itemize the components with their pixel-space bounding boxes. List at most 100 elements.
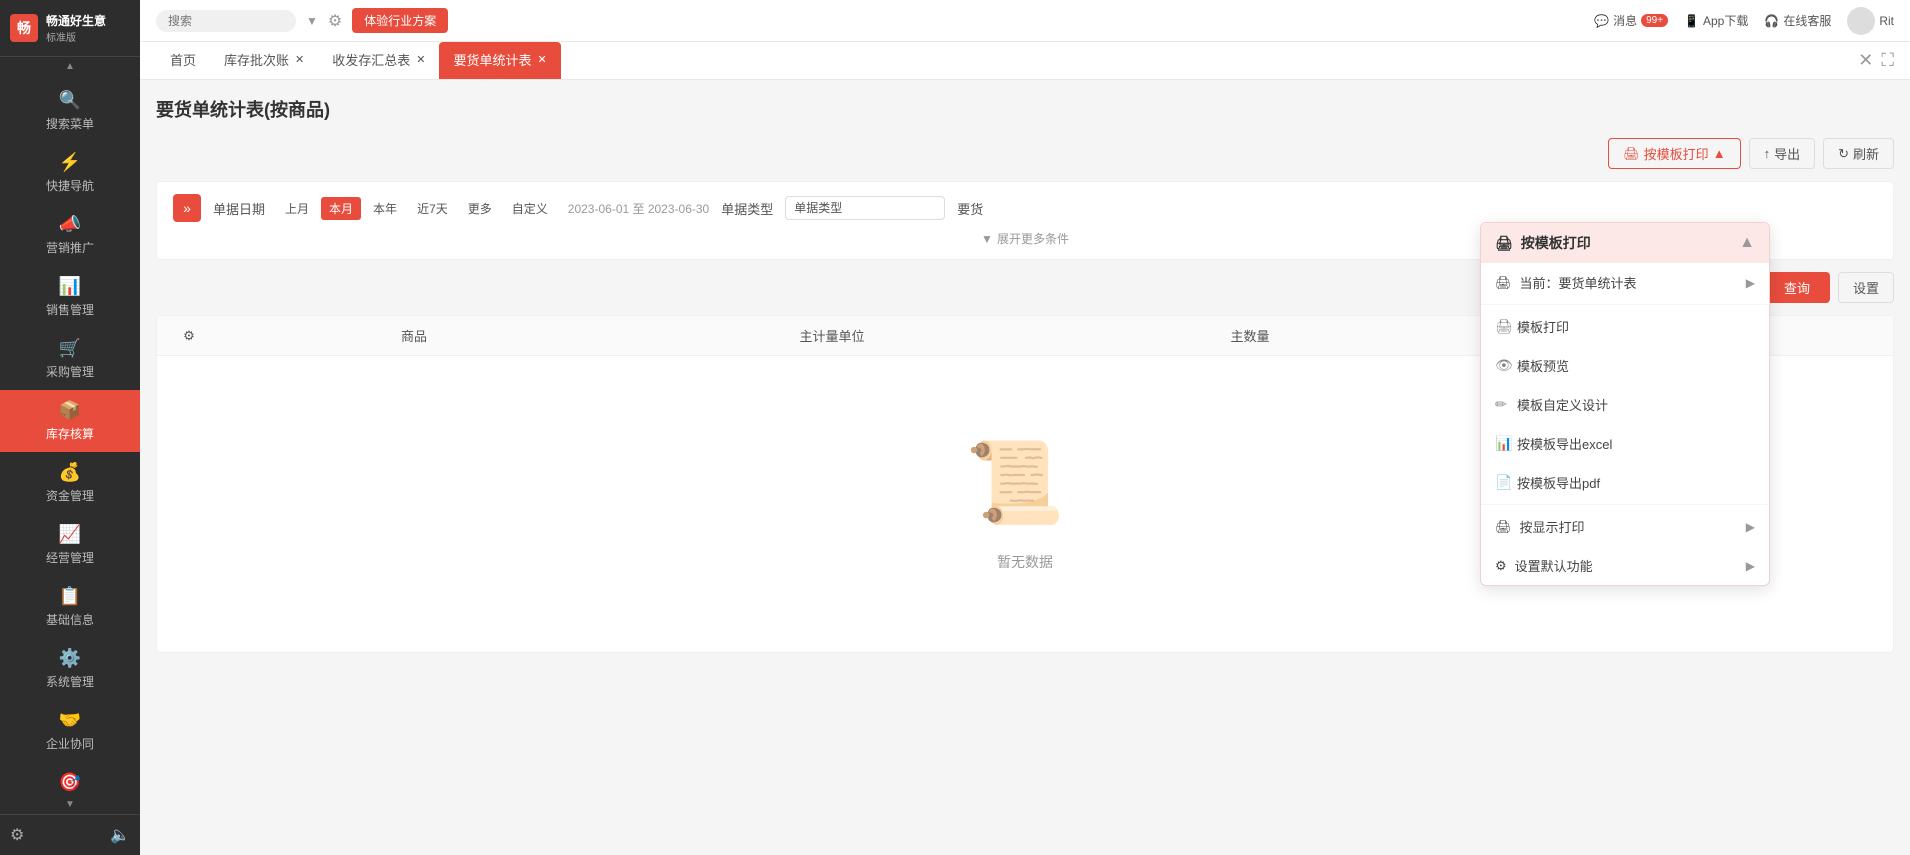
- sidebar-label-inventory: 库存核算: [46, 425, 94, 442]
- print-current-item[interactable]: 🖨 当前：要货单统计表 ▶: [1481, 263, 1769, 302]
- expand-window-icon[interactable]: ⛶: [1881, 50, 1894, 71]
- date-filter-group: 上月本月本年近7天更多自定义: [277, 197, 556, 220]
- sidebar-item-marketing[interactable]: 📣营销推广: [0, 204, 140, 266]
- sidebar-item-guide[interactable]: 🎯新手引导: [0, 762, 140, 795]
- sidebar-item-finance[interactable]: 💰资金管理: [0, 452, 140, 514]
- trial-button[interactable]: 体验行业方案: [352, 8, 448, 33]
- sidebar: 畅 畅通好生意 标准版 ▲ 🔍搜索菜单⚡快捷导航📣营销推广📊销售管理🛒采购管理📦…: [0, 0, 140, 855]
- print-sub-arrow-display-print: ▶: [1746, 520, 1755, 534]
- close-window-icon[interactable]: ✕: [1858, 50, 1873, 71]
- sidebar-item-purchase[interactable]: 🛒采购管理: [0, 328, 140, 390]
- print-sub-label-display-print: 按显示打印: [1520, 517, 1585, 536]
- message-item[interactable]: 💬 消息 99+: [1594, 12, 1668, 29]
- filter-row: » 单据日期 上月本月本年近7天更多自定义 2023-06-01 至 2023-…: [173, 194, 1877, 222]
- table-col-settings[interactable]: ⚙: [173, 328, 205, 344]
- order-type-label: 要货: [957, 199, 983, 218]
- print-item-label-template-design: 模板自定义设计: [1517, 395, 1608, 414]
- sidebar-item-collab[interactable]: 🤝企业协同: [0, 700, 140, 762]
- print-item-label-template-pdf: 按模板导出pdf: [1517, 473, 1600, 492]
- search-input[interactable]: [156, 10, 296, 32]
- date-btn-prev[interactable]: 上月: [277, 197, 317, 220]
- sidebar-icon-sales: 📊: [59, 276, 81, 297]
- sidebar-item-system[interactable]: ⚙️ 系统管理: [0, 638, 140, 700]
- print-item-template-preview[interactable]: 👁模板预览: [1481, 346, 1769, 385]
- sidebar-bottom: ⚙ 🔈: [0, 814, 140, 855]
- sidebar-item-sales[interactable]: 📊销售管理: [0, 266, 140, 328]
- print-item-template-print[interactable]: 🖨模板打印: [1481, 307, 1769, 346]
- print-sub-display-print[interactable]: 🖨按显示打印▶: [1481, 507, 1769, 546]
- print-sub-icon-default-func: ⚙: [1495, 558, 1507, 574]
- sidebar-scroll-down: ▼: [0, 795, 140, 814]
- user-avatar-item[interactable]: Rit: [1847, 7, 1894, 35]
- type-select-wrapper: 单据类型: [785, 196, 945, 220]
- settings-bottom-icon[interactable]: ⚙: [10, 825, 24, 845]
- tab-label-batch: 库存批次账: [224, 50, 289, 69]
- tab-order[interactable]: 要货单统计表✕: [439, 42, 560, 79]
- app-download-item[interactable]: 📱 App下载: [1684, 12, 1748, 29]
- print-title-icon: 🖨: [1495, 235, 1513, 252]
- export-icon: ↑: [1764, 146, 1771, 161]
- tab-home[interactable]: 首页: [156, 42, 210, 79]
- topbar-gear-icon[interactable]: ⚙: [328, 11, 342, 31]
- topbar-left: ▼ ⚙ 体验行业方案: [156, 8, 448, 33]
- sidebar-item-operation[interactable]: 📈经营管理: [0, 514, 140, 576]
- empty-text: 暂无数据: [997, 552, 1053, 572]
- message-badge: 99+: [1641, 14, 1668, 27]
- date-btn-custom[interactable]: 自定义: [504, 197, 556, 220]
- print-item-template-pdf[interactable]: 📄按模板导出pdf: [1481, 463, 1769, 502]
- filter-expand-button[interactable]: »: [173, 194, 201, 222]
- print-sub-default-func[interactable]: ⚙设置默认功能▶: [1481, 546, 1769, 585]
- headset-icon: 🎧: [1764, 14, 1779, 28]
- sidebar-logo: 畅 畅通好生意 标准版: [0, 0, 140, 57]
- date-btn-more[interactable]: 更多: [460, 197, 500, 220]
- sidebar-label-system: 系统管理: [46, 673, 94, 690]
- tab-receipt[interactable]: 收发存汇总表✕: [318, 42, 439, 79]
- print-item-icon-template-preview: 👁: [1495, 357, 1513, 374]
- app-logo-icon: 畅: [10, 14, 38, 42]
- query-button[interactable]: 查询: [1764, 272, 1830, 303]
- date-btn-current[interactable]: 本月: [321, 197, 361, 220]
- sidebar-label-marketing: 营销推广: [46, 239, 94, 256]
- tab-batch[interactable]: 库存批次账 ✕: [210, 42, 318, 79]
- sidebar-item-inventory[interactable]: 📦库存核算: [0, 390, 140, 452]
- refresh-icon: ↻: [1838, 146, 1849, 162]
- date-btn-year[interactable]: 本年: [365, 197, 405, 220]
- audio-bottom-icon[interactable]: 🔈: [110, 825, 130, 845]
- print-current-left: 🖨 当前：要货单统计表: [1495, 273, 1637, 292]
- refresh-button[interactable]: ↻ 刷新: [1823, 138, 1894, 169]
- sidebar-label-basic: 基础信息: [46, 611, 94, 628]
- scroll-up-icon[interactable]: ▲: [65, 61, 75, 72]
- tab-close-batch[interactable]: ✕: [295, 53, 304, 66]
- print-items-container: 🖨模板打印👁模板预览✏模板自定义设计📊按模板导出excel📄按模板导出pdf: [1481, 307, 1769, 502]
- print-sub-items-container: 🖨按显示打印▶⚙设置默认功能▶: [1481, 507, 1769, 585]
- type-filter-label: 单据类型: [721, 199, 773, 218]
- export-button[interactable]: ↑ 导出: [1749, 138, 1816, 169]
- tab-close-order[interactable]: ✕: [538, 53, 547, 66]
- sidebar-item-basic[interactable]: 📋基础信息: [0, 576, 140, 638]
- date-btn-week7[interactable]: 近7天: [409, 197, 456, 220]
- window-controls: ✕ ⛶: [1858, 50, 1894, 71]
- scroll-down-icon[interactable]: ▼: [65, 799, 75, 810]
- dropdown-divider-2: [1481, 504, 1769, 505]
- online-service-item[interactable]: 🎧 在线客服: [1764, 12, 1831, 29]
- sidebar-item-search[interactable]: 🔍搜索菜单: [0, 80, 140, 142]
- print-dropdown-close-icon[interactable]: ▲: [1739, 234, 1755, 252]
- printer-icon: 🖨: [1623, 146, 1640, 162]
- tab-close-receipt[interactable]: ✕: [416, 53, 425, 66]
- settings-button[interactable]: 设置: [1838, 272, 1894, 303]
- sidebar-icon-system: ⚙️: [59, 648, 81, 669]
- sidebar-icon-guide: 🎯: [59, 772, 81, 793]
- topbar: ▼ ⚙ 体验行业方案 💬 消息 99+ 📱 App下载 🎧 在线客服 Rit: [140, 0, 1910, 42]
- search-dropdown-icon[interactable]: ▼: [306, 14, 318, 28]
- print-button[interactable]: 🖨 按模板打印 ▲: [1608, 138, 1740, 169]
- print-item-label-template-excel: 按模板导出excel: [1517, 434, 1612, 453]
- print-item-template-design[interactable]: ✏模板自定义设计: [1481, 385, 1769, 424]
- type-select[interactable]: 单据类型: [785, 196, 945, 220]
- sidebar-icon-search: 🔍: [59, 90, 81, 111]
- sidebar-item-shortcut[interactable]: ⚡快捷导航: [0, 142, 140, 204]
- tab-label-home: 首页: [170, 50, 196, 69]
- username-label: Rit: [1879, 14, 1894, 28]
- print-item-template-excel[interactable]: 📊按模板导出excel: [1481, 424, 1769, 463]
- expand-more-button[interactable]: ▼ 展开更多条件: [981, 230, 1069, 247]
- print-item-icon-template-print: 🖨: [1495, 318, 1513, 335]
